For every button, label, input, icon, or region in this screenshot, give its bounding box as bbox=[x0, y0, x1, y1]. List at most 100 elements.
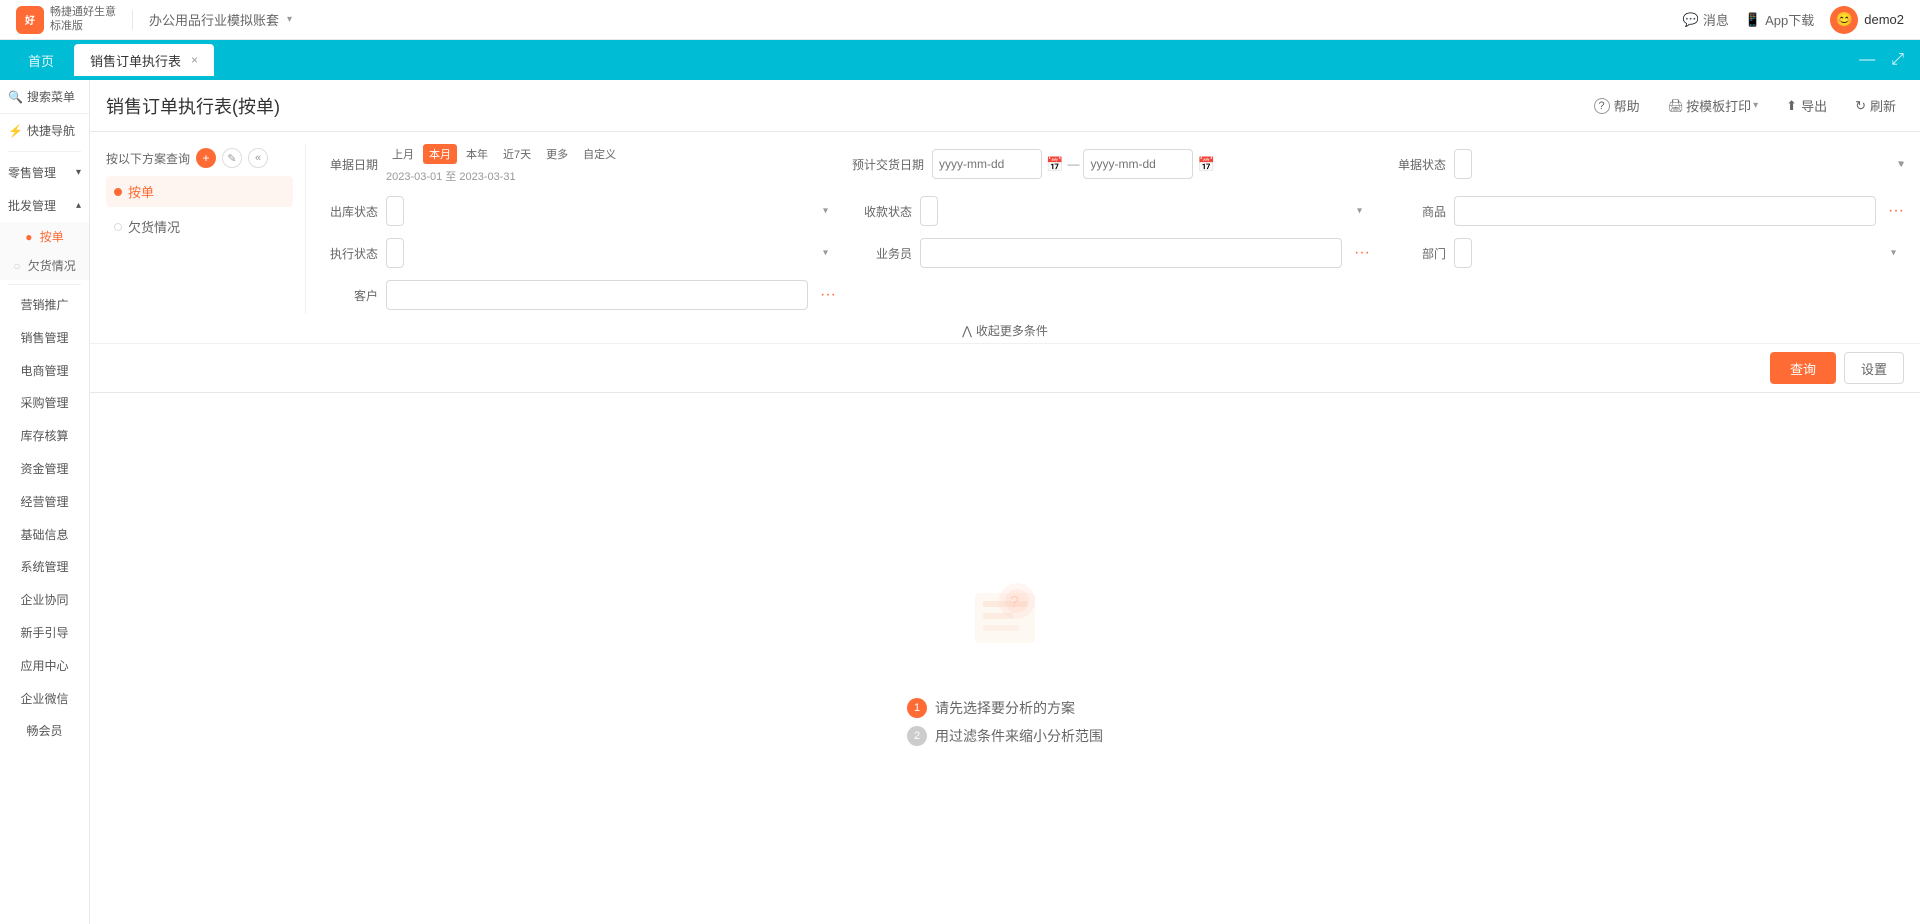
minimize-button[interactable]: — bbox=[1855, 47, 1879, 73]
date-tab-more[interactable]: 更多 bbox=[540, 144, 574, 164]
exec-label: 执行状态 bbox=[318, 245, 378, 262]
date-label: 单据日期 bbox=[318, 156, 378, 173]
goods-input[interactable] bbox=[1454, 196, 1876, 226]
scheme-item-order[interactable]: 按单 bbox=[106, 176, 293, 207]
sidebar-item-wechat[interactable]: 企业微信 bbox=[0, 683, 89, 716]
page-header: 销售订单执行表(按单) ? 帮助 🖨 按模板打印 ▾ ⬆ 导出 ↻ 刷新 bbox=[90, 80, 1920, 132]
salesperson-input[interactable] bbox=[920, 238, 1342, 268]
print-icon: 🖨 bbox=[1668, 98, 1685, 114]
sidebar-sub-item-order[interactable]: ● 按单 bbox=[0, 222, 89, 251]
delivery-date-icon-to: 📅 bbox=[1197, 156, 1214, 173]
sidebar-item-apps[interactable]: 应用中心 bbox=[0, 650, 89, 683]
top-bar-left: 好 畅捷通好生意 标准版 办公用品行业模拟账套 ▾ bbox=[16, 6, 292, 34]
goods-label: 商品 bbox=[1386, 203, 1446, 220]
sidebar-item-wholesale[interactable]: 批发管理 ▴ bbox=[0, 189, 89, 222]
out-stock-select[interactable] bbox=[386, 196, 404, 226]
filter-panel: 按以下方案查询 + ✎ « 按单 欠货情况 bbox=[90, 132, 1920, 393]
scheme-dot-active bbox=[114, 188, 122, 196]
actions-bar: 查询 设置 bbox=[90, 343, 1920, 392]
delivery-date-from[interactable] bbox=[932, 149, 1042, 179]
export-button[interactable]: ⬆ 导出 bbox=[1778, 92, 1835, 119]
scheme-add-button[interactable]: + bbox=[196, 148, 216, 168]
sidebar-divider2 bbox=[8, 284, 81, 285]
customer-label: 客户 bbox=[318, 287, 378, 304]
sidebar-item-marketing[interactable]: 营销推广 bbox=[0, 289, 89, 322]
delivery-date-icon-from: 📅 bbox=[1046, 156, 1063, 173]
sidebar-item-newbie[interactable]: 新手引导 bbox=[0, 617, 89, 650]
date-tab-this-year[interactable]: 本年 bbox=[460, 144, 494, 164]
goods-field: 商品 ··· bbox=[1386, 196, 1904, 226]
sidebar-item-inventory[interactable]: 库存核算 bbox=[0, 420, 89, 453]
scheme-panel: 按以下方案查询 + ✎ « 按单 欠货情况 bbox=[106, 144, 306, 314]
tab-sales-exec[interactable]: 销售订单执行表 × bbox=[74, 44, 214, 76]
sidebar-item-operations[interactable]: 经营管理 bbox=[0, 486, 89, 519]
user-name: demo2 bbox=[1864, 12, 1904, 27]
sidebar-item-retail[interactable]: 零售管理 ▾ bbox=[0, 156, 89, 189]
svg-text:?: ? bbox=[1010, 594, 1019, 611]
date-tab-custom[interactable]: 自定义 bbox=[577, 144, 622, 164]
sidebar-nav[interactable]: ⚡ 快捷导航 bbox=[0, 114, 89, 147]
goods-ellipsis-button[interactable]: ··· bbox=[1888, 202, 1904, 220]
logo-icon: 好 bbox=[16, 6, 44, 34]
empty-step-2: 2 用过滤条件来缩小分析范围 bbox=[907, 726, 1103, 746]
top-bar: 好 畅捷通好生意 标准版 办公用品行业模拟账套 ▾ 💬 消息 📱 App下载 😊… bbox=[0, 0, 1920, 40]
settings-button[interactable]: 设置 bbox=[1844, 352, 1904, 384]
app-download-button[interactable]: 📱 App下载 bbox=[1745, 10, 1814, 29]
delivery-date-field: 预计交货日期 📅 — 📅 bbox=[852, 149, 1370, 179]
full-filter: 按以下方案查询 + ✎ « 按单 欠货情况 bbox=[106, 144, 1904, 314]
sidebar-item-sales[interactable]: 销售管理 bbox=[0, 322, 89, 355]
sidebar-item-system[interactable]: 系统管理 bbox=[0, 551, 89, 584]
refresh-icon: ↻ bbox=[1855, 98, 1866, 114]
tab-close-icon[interactable]: × bbox=[191, 53, 198, 67]
collapse-button[interactable]: ⋀ 收起更多条件 bbox=[962, 322, 1048, 339]
scheme-edit-button[interactable]: ✎ bbox=[222, 148, 242, 168]
page-actions: ? 帮助 🖨 按模板打印 ▾ ⬆ 导出 ↻ 刷新 bbox=[1586, 92, 1904, 119]
sidebar-item-member[interactable]: 畅会员 bbox=[0, 715, 89, 748]
scheme-dot-inactive bbox=[114, 223, 122, 231]
receipt-label: 收款状态 bbox=[852, 203, 912, 220]
salesperson-label: 业务员 bbox=[852, 245, 912, 262]
status-label: 单据状态 bbox=[1386, 156, 1446, 173]
delivery-date-to[interactable] bbox=[1083, 149, 1193, 179]
scheme-title: 按以下方案查询 + ✎ « bbox=[106, 148, 293, 168]
sidebar-item-enterprise[interactable]: 企业协同 bbox=[0, 584, 89, 617]
wholesale-arrow-icon: ▴ bbox=[76, 200, 81, 211]
exec-select[interactable] bbox=[386, 238, 404, 268]
salesperson-ellipsis-button[interactable]: ··· bbox=[1354, 244, 1370, 262]
sidebar-sub-item-debt[interactable]: ○ 欠货情况 bbox=[0, 251, 89, 280]
help-icon: ? bbox=[1594, 98, 1610, 114]
date-tab-last-month[interactable]: 上月 bbox=[386, 144, 420, 164]
date-tab-7days[interactable]: 近7天 bbox=[497, 144, 537, 164]
collapse-icon: ⋀ bbox=[962, 324, 972, 338]
sidebar-search[interactable]: 🔍 搜索菜单 bbox=[0, 80, 89, 114]
scheme-item-debt[interactable]: 欠货情况 bbox=[106, 211, 293, 242]
topbar-dropdown-arrow[interactable]: ▾ bbox=[287, 14, 292, 25]
sidebar-item-ecommerce[interactable]: 电商管理 bbox=[0, 355, 89, 388]
refresh-button[interactable]: ↻ 刷新 bbox=[1847, 92, 1904, 119]
customer-ellipsis-button[interactable]: ··· bbox=[820, 286, 836, 304]
query-button[interactable]: 查询 bbox=[1770, 352, 1836, 384]
scheme-collapse-button[interactable]: « bbox=[248, 148, 268, 168]
dept-field: 部门 bbox=[1386, 238, 1904, 268]
customer-input[interactable] bbox=[386, 280, 808, 310]
tab-home[interactable]: 首页 bbox=[12, 44, 70, 76]
help-button[interactable]: ? 帮助 bbox=[1586, 92, 1648, 119]
salesperson-field: 业务员 ··· bbox=[852, 238, 1370, 268]
user-menu[interactable]: 😊 demo2 bbox=[1830, 6, 1904, 34]
dept-select[interactable] bbox=[1454, 238, 1472, 268]
sidebar-item-basic[interactable]: 基础信息 bbox=[0, 519, 89, 552]
print-button[interactable]: 🖨 按模板打印 ▾ bbox=[1660, 92, 1767, 119]
sidebar-item-purchase[interactable]: 采购管理 bbox=[0, 387, 89, 420]
status-select[interactable] bbox=[1454, 149, 1472, 179]
avatar: 😊 bbox=[1830, 6, 1858, 34]
page-title: 销售订单执行表(按单) bbox=[106, 93, 280, 119]
search-icon: 🔍 bbox=[8, 90, 23, 104]
date-range-text: 2023-03-01 至 2023-03-31 bbox=[386, 168, 836, 184]
dept-label: 部门 bbox=[1386, 245, 1446, 262]
sidebar-item-finance[interactable]: 资金管理 bbox=[0, 453, 89, 486]
maximize-button[interactable]: ⤢ bbox=[1887, 47, 1908, 73]
message-button[interactable]: 💬 消息 bbox=[1683, 10, 1729, 29]
sidebar: 🔍 搜索菜单 ⚡ 快捷导航 零售管理 ▾ 批发管理 ▴ ● 按单 ○ 欠货情况 … bbox=[0, 80, 90, 924]
date-tab-this-month[interactable]: 本月 bbox=[423, 144, 457, 164]
receipt-select[interactable] bbox=[920, 196, 938, 226]
